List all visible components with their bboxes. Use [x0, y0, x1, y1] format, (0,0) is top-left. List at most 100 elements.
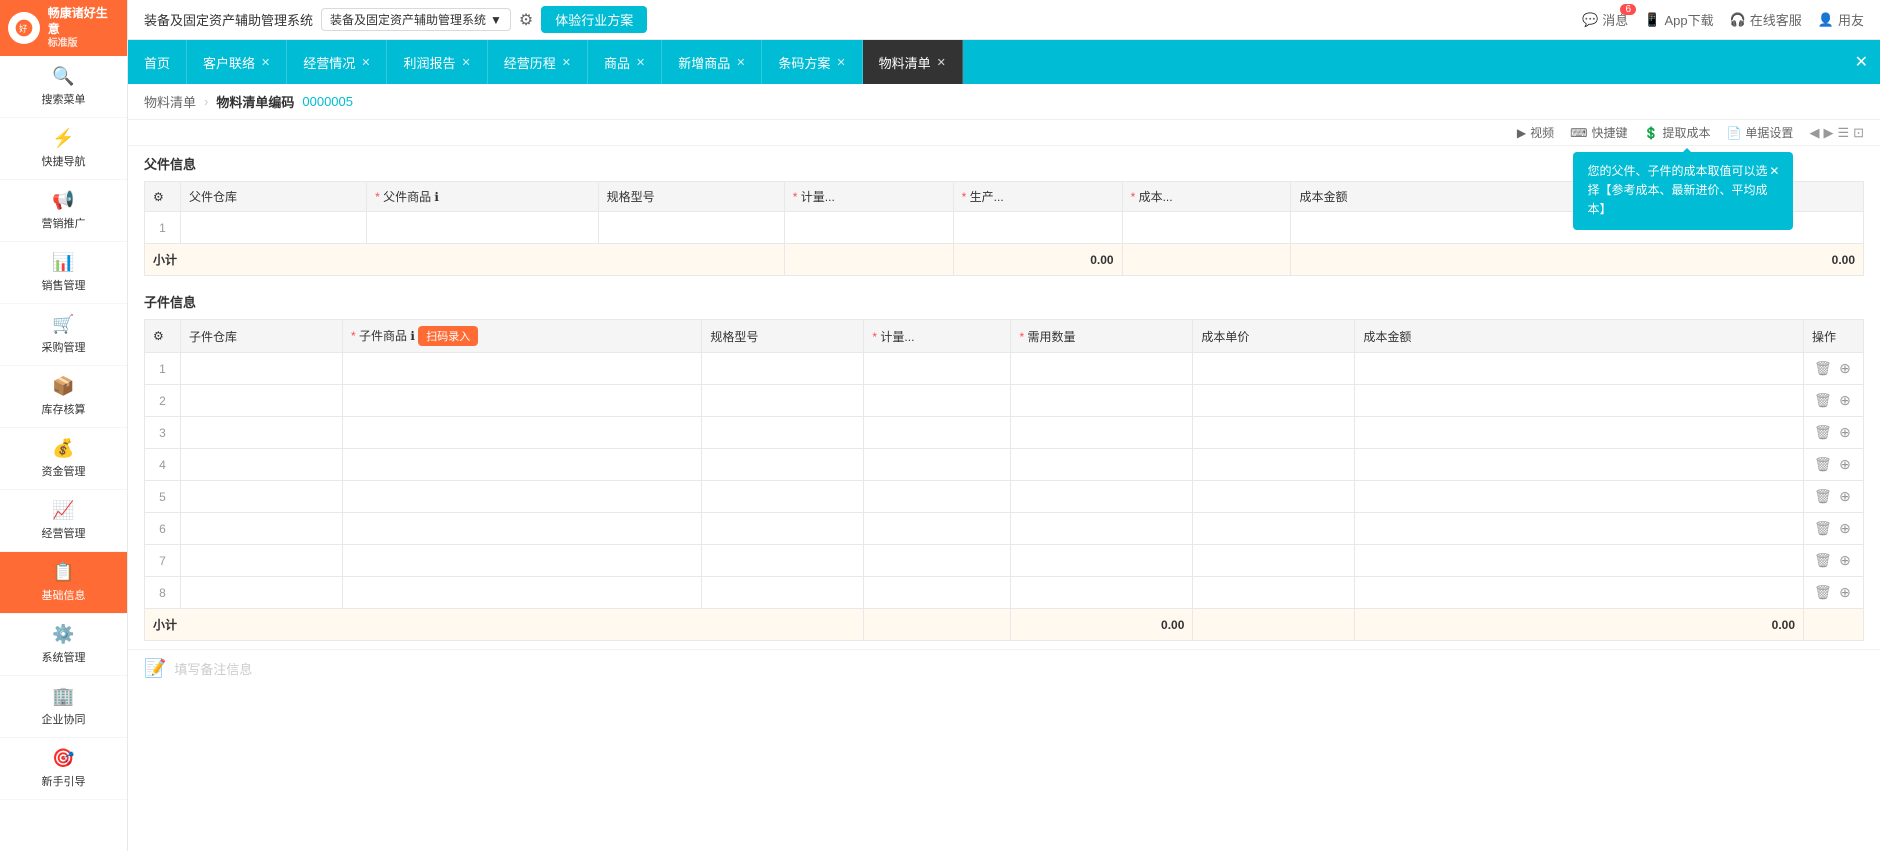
child-row-8-product[interactable]: [343, 577, 702, 609]
child-row-4-unit[interactable]: [864, 449, 1011, 481]
note-hint[interactable]: 填写备注信息: [174, 659, 252, 678]
close-tab-bom[interactable]: ✕: [937, 56, 946, 69]
next-icon[interactable]: ▶: [1823, 125, 1833, 141]
child-row-1-warehouse[interactable]: [181, 353, 343, 385]
sidebar-item-enterprise[interactable]: 🏢 企业协同: [0, 676, 127, 738]
child-row-7-warehouse[interactable]: [181, 545, 343, 577]
child-row-2-spec[interactable]: [702, 385, 864, 417]
child-row-8-qty[interactable]: [1011, 577, 1193, 609]
tab-new-product[interactable]: 新增商品 ✕: [662, 40, 762, 84]
tab-history[interactable]: 经营历程 ✕: [488, 40, 588, 84]
child-row-5-qty[interactable]: [1011, 481, 1193, 513]
child-row-3-warehouse[interactable]: [181, 417, 343, 449]
delete-row-3-icon[interactable]: 🗑: [1814, 424, 1832, 440]
expand-icon[interactable]: ⊡: [1853, 125, 1864, 141]
close-tab-product[interactable]: ✕: [636, 56, 645, 69]
copy-row-2-icon[interactable]: ⊕: [1839, 392, 1851, 408]
child-row-1-unit[interactable]: [864, 353, 1011, 385]
delete-row-8-icon[interactable]: 🗑: [1814, 584, 1832, 600]
sidebar-item-finance[interactable]: 💰 资金管理: [0, 428, 127, 490]
delete-row-7-icon[interactable]: 🗑: [1814, 552, 1832, 568]
tab-bom[interactable]: 物料清单 ✕: [863, 40, 963, 84]
prev-icon[interactable]: ◀: [1809, 125, 1819, 141]
child-row-6-spec[interactable]: [702, 513, 864, 545]
child-row-8-warehouse[interactable]: [181, 577, 343, 609]
parent-row-1-spec[interactable]: [598, 212, 784, 244]
child-row-5-unit[interactable]: [864, 481, 1011, 513]
close-all-tabs[interactable]: ✕: [1843, 52, 1880, 72]
toolbar-video[interactable]: ▶ 视频: [1517, 124, 1554, 141]
grid-icon[interactable]: ☰: [1837, 125, 1849, 141]
sidebar-item-basic[interactable]: 📋 基础信息: [0, 552, 127, 614]
copy-row-3-icon[interactable]: ⊕: [1839, 424, 1851, 440]
sidebar-item-quicknav[interactable]: ⚡ 快捷导航: [0, 118, 127, 180]
sidebar-item-inventory[interactable]: 📦 库存核算: [0, 366, 127, 428]
sidebar-item-system[interactable]: ⚙️ 系统管理: [0, 614, 127, 676]
child-row-4-qty[interactable]: [1011, 449, 1193, 481]
close-tab-new-product[interactable]: ✕: [736, 56, 745, 69]
sidebar-item-guide[interactable]: 🎯 新手引导: [0, 738, 127, 800]
sidebar-item-purchase[interactable]: 🛒 采购管理: [0, 304, 127, 366]
message-button[interactable]: 💬 消息 6: [1582, 10, 1628, 29]
child-row-4-product[interactable]: [343, 449, 702, 481]
toolbar-settings[interactable]: 📄 单据设置 ✕ 您的父件、子件的成本取值可以选择【参考成本、最新进价、平均成本…: [1726, 124, 1793, 141]
tab-profit[interactable]: 利润报告 ✕: [387, 40, 487, 84]
child-row-1-qty[interactable]: [1011, 353, 1193, 385]
user-menu[interactable]: 👤 用友: [1818, 10, 1864, 29]
breadcrumb-bom[interactable]: 物料清单: [144, 92, 196, 111]
system-select[interactable]: 装备及固定资产辅助管理系统 ▼: [321, 8, 511, 31]
child-row-3-unit[interactable]: [864, 417, 1011, 449]
child-row-5-product[interactable]: [343, 481, 702, 513]
tab-operations[interactable]: 经营情况 ✕: [287, 40, 387, 84]
child-row-3-spec[interactable]: [702, 417, 864, 449]
child-row-5-warehouse[interactable]: [181, 481, 343, 513]
copy-row-1-icon[interactable]: ⊕: [1839, 360, 1851, 376]
child-row-8-spec[interactable]: [702, 577, 864, 609]
copy-row-4-icon[interactable]: ⊕: [1839, 456, 1851, 472]
copy-row-6-icon[interactable]: ⊕: [1839, 520, 1851, 536]
tab-product[interactable]: 商品 ✕: [588, 40, 662, 84]
close-tab-profit[interactable]: ✕: [462, 56, 471, 69]
trial-button[interactable]: 体验行业方案: [541, 6, 647, 33]
child-row-3-qty[interactable]: [1011, 417, 1193, 449]
child-row-8-unit-cost[interactable]: [1193, 577, 1355, 609]
child-row-4-unit-cost[interactable]: [1193, 449, 1355, 481]
parent-row-1-unit[interactable]: [784, 212, 953, 244]
sidebar-item-search[interactable]: 🔍 搜索菜单: [0, 56, 127, 118]
child-row-1-unit-cost[interactable]: [1193, 353, 1355, 385]
tooltip-close-button[interactable]: ✕: [1769, 162, 1779, 181]
child-row-6-unit-cost[interactable]: [1193, 513, 1355, 545]
child-row-7-qty[interactable]: [1011, 545, 1193, 577]
tab-customer[interactable]: 客户联络 ✕: [187, 40, 287, 84]
child-row-2-product[interactable]: [343, 385, 702, 417]
child-row-3-unit-cost[interactable]: [1193, 417, 1355, 449]
parent-row-1-product[interactable]: [367, 212, 599, 244]
tab-home[interactable]: 首页: [128, 40, 187, 84]
parent-row-1-warehouse[interactable]: [181, 212, 367, 244]
child-row-7-unit[interactable]: [864, 545, 1011, 577]
child-row-6-unit[interactable]: [864, 513, 1011, 545]
child-row-1-spec[interactable]: [702, 353, 864, 385]
child-row-6-product[interactable]: [343, 513, 702, 545]
child-row-7-product[interactable]: [343, 545, 702, 577]
parent-row-1-cost[interactable]: [1122, 212, 1291, 244]
child-row-7-spec[interactable]: [702, 545, 864, 577]
delete-row-1-icon[interactable]: 🗑: [1814, 360, 1832, 376]
copy-row-5-icon[interactable]: ⊕: [1839, 488, 1851, 504]
child-row-2-unit-cost[interactable]: [1193, 385, 1355, 417]
child-row-2-qty[interactable]: [1011, 385, 1193, 417]
child-row-8-unit[interactable]: [864, 577, 1011, 609]
child-row-3-product[interactable]: [343, 417, 702, 449]
parent-row-1-produce[interactable]: [953, 212, 1122, 244]
settings-icon[interactable]: ⚙: [519, 10, 533, 30]
delete-row-5-icon[interactable]: 🗑: [1814, 488, 1832, 504]
online-service-button[interactable]: 🎧 在线客服: [1730, 10, 1802, 29]
sidebar-item-operation[interactable]: 📈 经营管理: [0, 490, 127, 552]
close-tab-history[interactable]: ✕: [562, 56, 571, 69]
child-row-5-unit-cost[interactable]: [1193, 481, 1355, 513]
scan-button[interactable]: 扫码录入: [418, 326, 478, 346]
toolbar-shortcut[interactable]: ⌨ 快捷键: [1570, 124, 1627, 141]
child-row-4-spec[interactable]: [702, 449, 864, 481]
child-row-1-product[interactable]: [343, 353, 702, 385]
close-tab-barcode[interactable]: ✕: [836, 56, 845, 69]
